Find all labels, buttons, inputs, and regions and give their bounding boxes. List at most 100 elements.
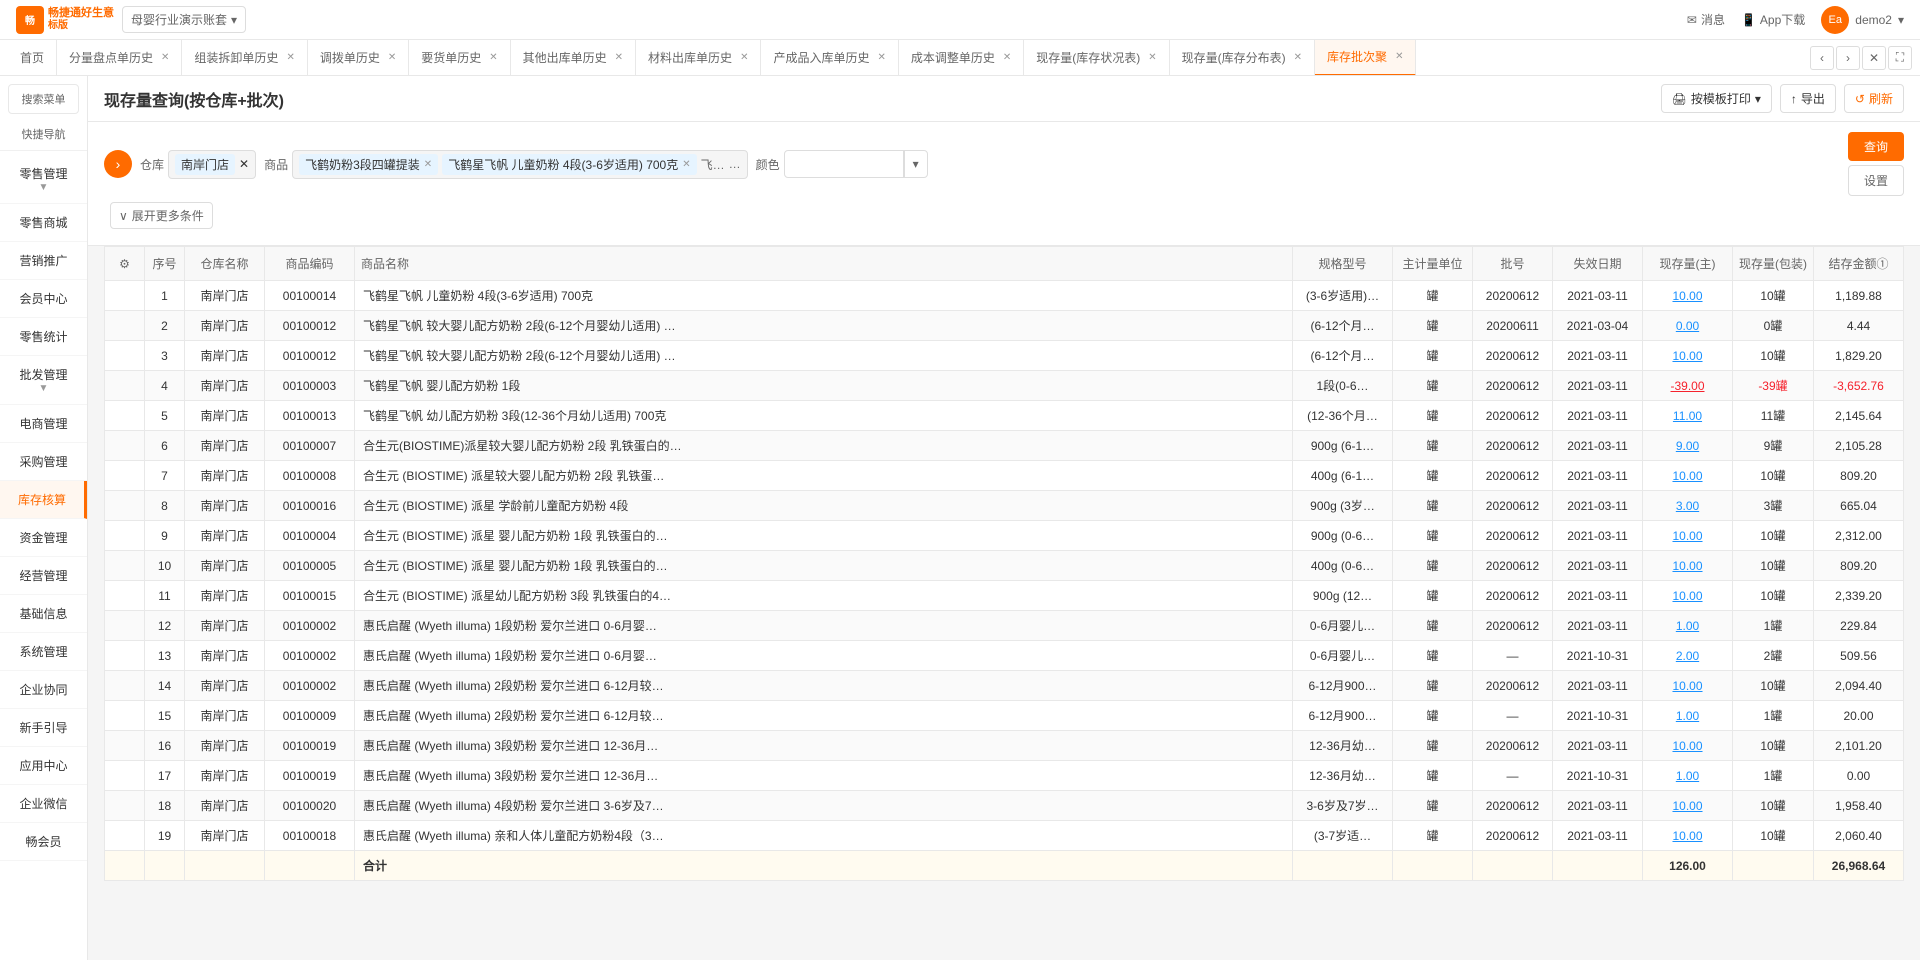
tab-close-icon[interactable]: ✕ <box>1395 51 1403 62</box>
tab-close-all-button[interactable]: ✕ <box>1862 46 1886 70</box>
color-input[interactable] <box>784 150 904 178</box>
cell-stock-main[interactable]: 10.00 <box>1643 281 1733 311</box>
cell-stock-main[interactable]: 0.00 <box>1643 311 1733 341</box>
tab-close-icon[interactable]: ✕ <box>388 52 396 63</box>
tab-stock-batch[interactable]: 库存批次聚 ✕ <box>1315 40 1416 76</box>
cell-stock-pkg: 9罐 <box>1733 431 1814 461</box>
sidebar-item-enterprise-wechat[interactable]: 企业微信 <box>0 785 87 823</box>
cell-stock-main[interactable]: 1.00 <box>1643 761 1733 791</box>
cell-stock-main[interactable]: 10.00 <box>1643 341 1733 371</box>
cell-stock-main[interactable]: 1.00 <box>1643 611 1733 641</box>
tab-close-icon[interactable]: ✕ <box>615 52 623 63</box>
industry-selector[interactable]: 母婴行业演示账套 ▾ <box>122 6 246 33</box>
user-avatar: Ea <box>1821 6 1849 34</box>
sidebar-item-basic[interactable]: 基础信息 <box>0 595 87 633</box>
sidebar-item-app-center[interactable]: 应用中心 <box>0 747 87 785</box>
sidebar-item-ecommerce[interactable]: 电商管理 <box>0 405 87 443</box>
cell-stock-main[interactable]: 11.00 <box>1643 401 1733 431</box>
tab-product-in[interactable]: 产成品入库单历史 ✕ <box>761 40 898 76</box>
sidebar-item-enterprise[interactable]: 企业协同 <box>0 671 87 709</box>
cell-no: 8 <box>145 491 185 521</box>
cell-no: 13 <box>145 641 185 671</box>
tab-stock-dist[interactable]: 现存量(库存分布表) ✕ <box>1170 40 1315 76</box>
sidebar-item-finance[interactable]: 资金管理 <box>0 519 87 557</box>
sidebar-item-member[interactable]: 会员中心 <box>0 280 87 318</box>
cell-spec: 400g (0-6… <box>1293 551 1393 581</box>
tab-close-icon[interactable]: ✕ <box>740 52 748 63</box>
expand-conditions-button[interactable]: ∨ 展开更多条件 <box>110 202 213 229</box>
cell-warehouse: 南岸门店 <box>185 551 265 581</box>
export-button[interactable]: ↑ 导出 <box>1780 84 1836 113</box>
sidebar-item-operations[interactable]: 经营管理 <box>0 557 87 595</box>
color-dropdown-button[interactable]: ▾ <box>904 150 928 178</box>
query-button[interactable]: 查询 <box>1848 132 1904 161</box>
tab-close-icon[interactable]: ✕ <box>877 52 885 63</box>
sidebar-item-wholesale[interactable]: 批发管理 ▼ <box>0 356 87 405</box>
cell-stock-pkg: 1罐 <box>1733 701 1814 731</box>
user-profile[interactable]: Ea demo2 ▾ <box>1821 6 1904 34</box>
tab-close-icon[interactable]: ✕ <box>286 52 294 63</box>
cell-stock-main[interactable]: 10.00 <box>1643 461 1733 491</box>
tab-close-icon[interactable]: ✕ <box>1148 52 1156 63</box>
product-tag-1-remove[interactable]: ✕ <box>424 159 432 170</box>
tab-close-icon[interactable]: ✕ <box>1003 52 1011 63</box>
expand-icon: ▼ <box>8 182 79 193</box>
cell-stock-main[interactable]: 3.00 <box>1643 491 1733 521</box>
tab-home[interactable]: 首页 <box>8 40 57 76</box>
cell-unit: 罐 <box>1393 281 1473 311</box>
cell-no: 16 <box>145 731 185 761</box>
table-row: 5 南岸门店 00100013 飞鹤星飞帆 幼儿配方奶粉 3段(12-36个月幼… <box>105 401 1904 431</box>
tab-transfer[interactable]: 调拨单历史 ✕ <box>308 40 409 76</box>
print-button[interactable]: 🖨 按模板打印 ▾ <box>1661 84 1772 113</box>
sidebar-item-marketing[interactable]: 营销推广 <box>0 242 87 280</box>
tab-close-icon[interactable]: ✕ <box>1294 52 1302 63</box>
tab-stock-status[interactable]: 现存量(库存状况表) ✕ <box>1024 40 1169 76</box>
cell-stock-main[interactable]: 10.00 <box>1643 671 1733 701</box>
cell-warehouse: 南岸门店 <box>185 401 265 431</box>
sidebar-item-retail[interactable]: 零售管理 ▼ <box>0 155 87 204</box>
tab-prev-arrow[interactable]: ‹ <box>1810 46 1834 70</box>
cell-stock-main[interactable]: 10.00 <box>1643 551 1733 581</box>
sidebar-item-retail-stats[interactable]: 零售统计 <box>0 318 87 356</box>
sidebar-item-member-card[interactable]: 畅会员 <box>0 823 87 861</box>
cell-stock-main[interactable]: 1.00 <box>1643 701 1733 731</box>
warehouse-remove-icon[interactable]: ✕ <box>239 157 249 171</box>
tab-pick[interactable]: 要货单历史 ✕ <box>409 40 510 76</box>
product-tag-group[interactable]: 飞鹤奶粉3段四罐提装 ✕ 飞鹤星飞帆 儿童奶粉 4段(3-6岁适用) 700克 … <box>292 150 748 179</box>
tab-next-arrow[interactable]: › <box>1836 46 1860 70</box>
sidebar-item-inventory[interactable]: 库存核算 <box>0 481 87 519</box>
cell-stock-pkg: 0罐 <box>1733 311 1814 341</box>
app-download-button[interactable]: 📱 App下载 <box>1741 11 1805 28</box>
cell-balance: 2,312.00 <box>1814 521 1904 551</box>
sidebar-item-system[interactable]: 系统管理 <box>0 633 87 671</box>
cell-stock-main[interactable]: -39.00 <box>1643 371 1733 401</box>
tab-close-icon[interactable]: ✕ <box>489 52 497 63</box>
sidebar-item-retail-mall[interactable]: 零售商城 <box>0 204 87 242</box>
refresh-button[interactable]: ↺ 刷新 <box>1844 84 1904 113</box>
cell-stock-main[interactable]: 10.00 <box>1643 731 1733 761</box>
tab-material-out[interactable]: 材料出库单历史 ✕ <box>636 40 761 76</box>
tab-split-inventory[interactable]: 分量盘点单历史 ✕ <box>57 40 182 76</box>
sidebar-item-newbie[interactable]: 新手引导 <box>0 709 87 747</box>
th-settings[interactable]: ⚙ <box>105 247 145 281</box>
cell-stock-main[interactable]: 10.00 <box>1643 791 1733 821</box>
product-tag-2-remove[interactable]: ✕ <box>682 159 690 170</box>
tab-cost-adj[interactable]: 成本调整单历史 ✕ <box>899 40 1024 76</box>
tab-other-out[interactable]: 其他出库单历史 ✕ <box>511 40 636 76</box>
table-row: 10 南岸门店 00100005 合生元 (BIOSTIME) 派星 婴儿配方奶… <box>105 551 1904 581</box>
cell-stock-main[interactable]: 2.00 <box>1643 641 1733 671</box>
tab-disassemble[interactable]: 组装拆卸单历史 ✕ <box>182 40 307 76</box>
message-button[interactable]: ✉ 消息 <box>1687 11 1725 28</box>
sidebar-item-purchase[interactable]: 采购管理 <box>0 443 87 481</box>
cell-stock-main[interactable]: 10.00 <box>1643 581 1733 611</box>
tab-maximize-button[interactable]: ⛶ <box>1888 46 1912 70</box>
tab-close-icon[interactable]: ✕ <box>161 52 169 63</box>
cell-stock-main[interactable]: 9.00 <box>1643 431 1733 461</box>
filter-toggle-button[interactable]: › <box>104 150 132 178</box>
cell-stock-main[interactable]: 10.00 <box>1643 521 1733 551</box>
settings-button[interactable]: 设置 <box>1848 165 1904 196</box>
cell-spec: 900g (3岁… <box>1293 491 1393 521</box>
warehouse-tag-group[interactable]: 南岸门店 ✕ <box>168 150 256 179</box>
search-menu-button[interactable]: 搜索菜单 <box>8 84 79 114</box>
cell-stock-main[interactable]: 10.00 <box>1643 821 1733 851</box>
